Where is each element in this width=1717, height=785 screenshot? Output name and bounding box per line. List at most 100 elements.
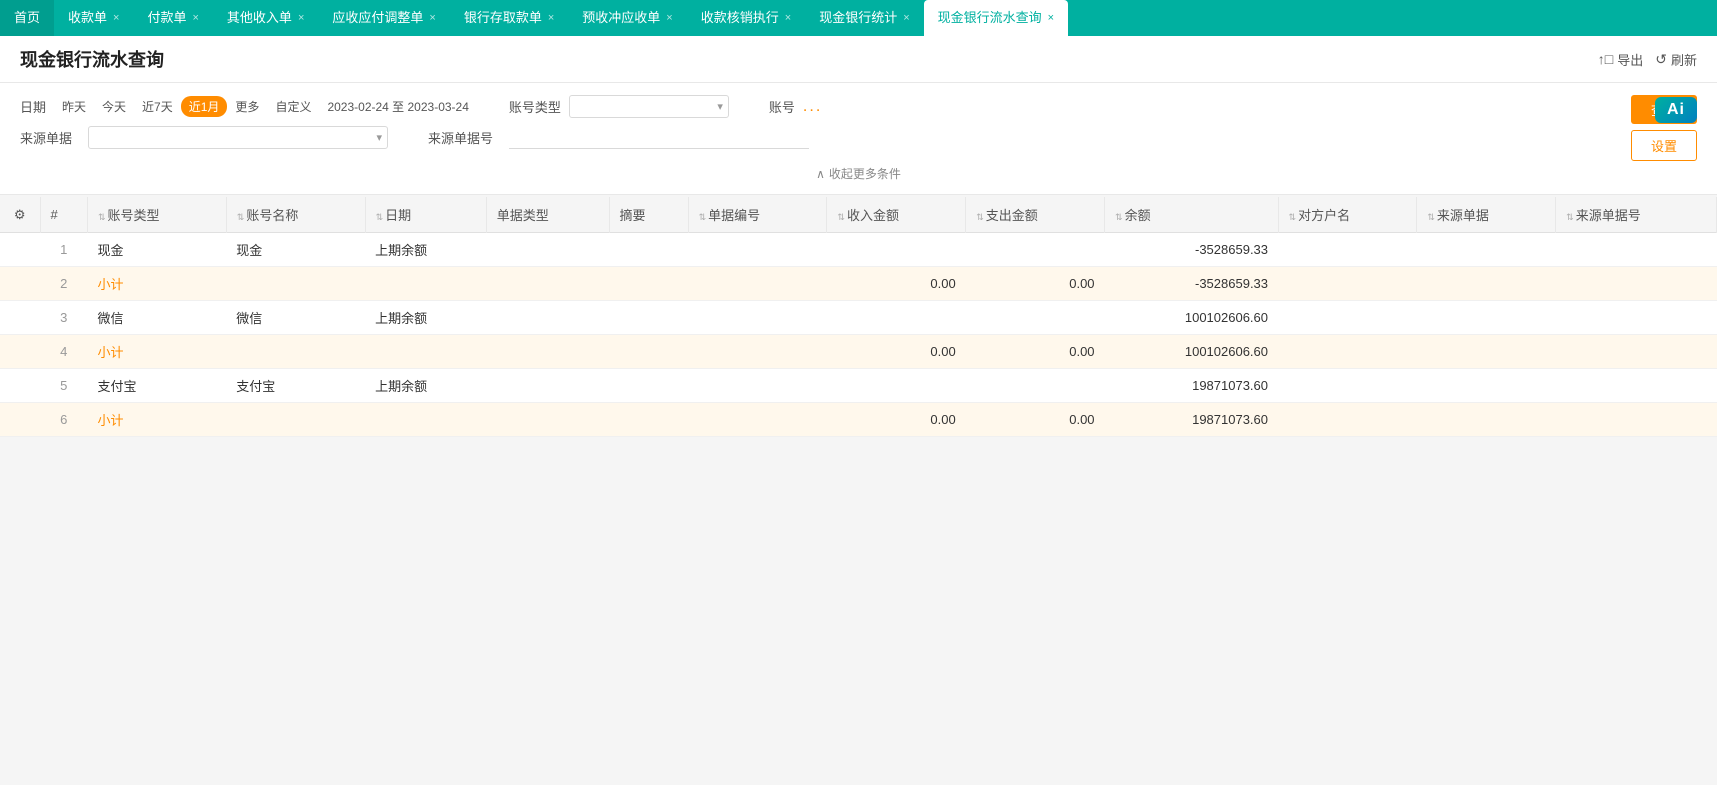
settings-button[interactable]: 设置: [1631, 130, 1697, 161]
nav-item-receipt[interactable]: 收款单 ×: [54, 0, 133, 36]
row-income: 0.00: [827, 403, 966, 437]
nav-item-prepayment[interactable]: 预收冲应收单 ×: [568, 0, 686, 36]
row-date: 上期余额: [365, 301, 486, 335]
row-source-doc: [1417, 267, 1556, 301]
nav-item-bank-withdrawal[interactable]: 银行存取款单 ×: [450, 0, 568, 36]
page-header: 现金银行流水查询 ↑□ 导出 ↺ 刷新: [0, 36, 1717, 83]
th-income[interactable]: ⇅收入金额: [827, 197, 966, 233]
account-type-select-wrapper: ▾: [569, 95, 729, 118]
row-account-type: 微信: [87, 301, 226, 335]
row-doc-no: [688, 369, 827, 403]
page-title: 现金银行流水查询: [20, 46, 164, 72]
th-num: #: [40, 197, 87, 233]
date-btn-custom[interactable]: 自定义: [267, 96, 319, 117]
source-doc-group: 来源单据 ▾: [20, 126, 388, 149]
row-summary: [609, 233, 688, 267]
refresh-button[interactable]: ↺ 刷新: [1655, 50, 1697, 69]
row-source-doc-no: [1556, 267, 1717, 301]
row-doc-no: [688, 301, 827, 335]
table-row[interactable]: 4 小计 0.00 0.00 100102606.60: [0, 335, 1717, 369]
row-gear: [0, 335, 40, 369]
nav-item-cashflow[interactable]: 现金银行流水查询 ×: [924, 0, 1068, 36]
table-row[interactable]: 2 小计 0.00 0.00 -3528659.33: [0, 267, 1717, 301]
th-gear[interactable]: ⚙: [0, 197, 40, 233]
nav-item-payment[interactable]: 付款单 ×: [133, 0, 212, 36]
date-range-display: 2023-02-24 至 2023-03-24: [327, 98, 468, 115]
row-doc-type: [486, 233, 609, 267]
nav-item-adjustment[interactable]: 应收应付调整单 ×: [318, 0, 449, 36]
th-summary: 摘要: [609, 197, 688, 233]
row-balance: 100102606.60: [1105, 335, 1278, 369]
collapse-label: 收起更多条件: [829, 165, 901, 182]
row-num: 2: [40, 267, 87, 301]
account-type-label: 账号类型: [509, 97, 561, 116]
account-type-select[interactable]: [569, 95, 729, 118]
row-account-type: 支付宝: [87, 369, 226, 403]
export-icon: ↑□: [1598, 51, 1613, 67]
row-expense: [966, 233, 1105, 267]
th-source-doc-no[interactable]: ⇅来源单据号: [1556, 197, 1717, 233]
source-doc-num-group: 来源单据号: [428, 127, 809, 149]
row-income: [827, 369, 966, 403]
source-doc-select[interactable]: [88, 126, 388, 149]
th-date[interactable]: ⇅日期: [365, 197, 486, 233]
row-summary: [609, 335, 688, 369]
row-num: 6: [40, 403, 87, 437]
nav-item-other-income[interactable]: 其他收入单 ×: [213, 0, 318, 36]
th-expense[interactable]: ⇅支出金额: [966, 197, 1105, 233]
collapse-bar[interactable]: ∧ 收起更多条件: [20, 161, 1697, 186]
row-balance: -3528659.33: [1105, 233, 1278, 267]
table-row[interactable]: 6 小计 0.00 0.00 19871073.60: [0, 403, 1717, 437]
close-icon[interactable]: ×: [429, 0, 435, 36]
close-icon[interactable]: ×: [192, 0, 198, 36]
row-balance: -3528659.33: [1105, 267, 1278, 301]
row-date: 上期余额: [365, 369, 486, 403]
row-doc-no: [688, 267, 827, 301]
date-btn-today[interactable]: 今天: [94, 96, 134, 117]
th-account-type[interactable]: ⇅账号类型: [87, 197, 226, 233]
date-btn-yesterday[interactable]: 昨天: [54, 96, 94, 117]
more-dots-icon[interactable]: ...: [803, 98, 822, 116]
close-icon[interactable]: ×: [666, 0, 672, 36]
close-icon[interactable]: ×: [785, 0, 791, 36]
th-doc-type: 单据类型: [486, 197, 609, 233]
row-account-name: 微信: [226, 301, 365, 335]
th-counterparty[interactable]: ⇅对方户名: [1278, 197, 1417, 233]
row-account-name: [226, 335, 365, 369]
row-account-type: 现金: [87, 233, 226, 267]
date-btn-more[interactable]: 更多: [227, 96, 267, 117]
date-filter-group: 日期 昨天 今天 近7天 近1月 更多 自定义 2023-02-24 至 202…: [20, 96, 469, 117]
th-balance[interactable]: ⇅余额: [1105, 197, 1278, 233]
row-account-type: 小计: [87, 335, 226, 369]
date-btn-1month[interactable]: 近1月: [181, 96, 228, 117]
date-btn-7days[interactable]: 近7天: [134, 96, 181, 117]
chevron-up-icon: ∧: [816, 167, 825, 181]
filter-area: 日期 昨天 今天 近7天 近1月 更多 自定义 2023-02-24 至 202…: [0, 83, 1717, 195]
close-icon[interactable]: ×: [113, 0, 119, 36]
row-expense: 0.00: [966, 403, 1105, 437]
row-date: [365, 403, 486, 437]
close-icon[interactable]: ×: [903, 0, 909, 36]
th-source-doc[interactable]: ⇅来源单据: [1417, 197, 1556, 233]
source-doc-label: 来源单据: [20, 128, 72, 147]
close-icon[interactable]: ×: [548, 0, 554, 36]
row-num: 4: [40, 335, 87, 369]
nav-item-home[interactable]: 首页: [0, 0, 54, 36]
nav-item-verify[interactable]: 收款核销执行 ×: [687, 0, 805, 36]
table-row[interactable]: 3 微信 微信 上期余额 100102606.60: [0, 301, 1717, 335]
row-summary: [609, 301, 688, 335]
row-summary: [609, 369, 688, 403]
ai-badge[interactable]: Ai: [1655, 97, 1697, 123]
th-account-name[interactable]: ⇅账号名称: [226, 197, 365, 233]
table-row[interactable]: 1 现金 现金 上期余额 -3528659.33: [0, 233, 1717, 267]
source-doc-num-input[interactable]: [509, 127, 809, 149]
close-icon[interactable]: ×: [1048, 0, 1054, 36]
th-doc-no[interactable]: ⇅单据编号: [688, 197, 827, 233]
close-icon[interactable]: ×: [298, 0, 304, 36]
row-income: 0.00: [827, 335, 966, 369]
row-income: [827, 301, 966, 335]
table-row[interactable]: 5 支付宝 支付宝 上期余额 19871073.60: [0, 369, 1717, 403]
row-counterparty: [1278, 369, 1417, 403]
export-button[interactable]: ↑□ 导出: [1598, 50, 1643, 69]
nav-item-stats[interactable]: 现金银行统计 ×: [805, 0, 923, 36]
